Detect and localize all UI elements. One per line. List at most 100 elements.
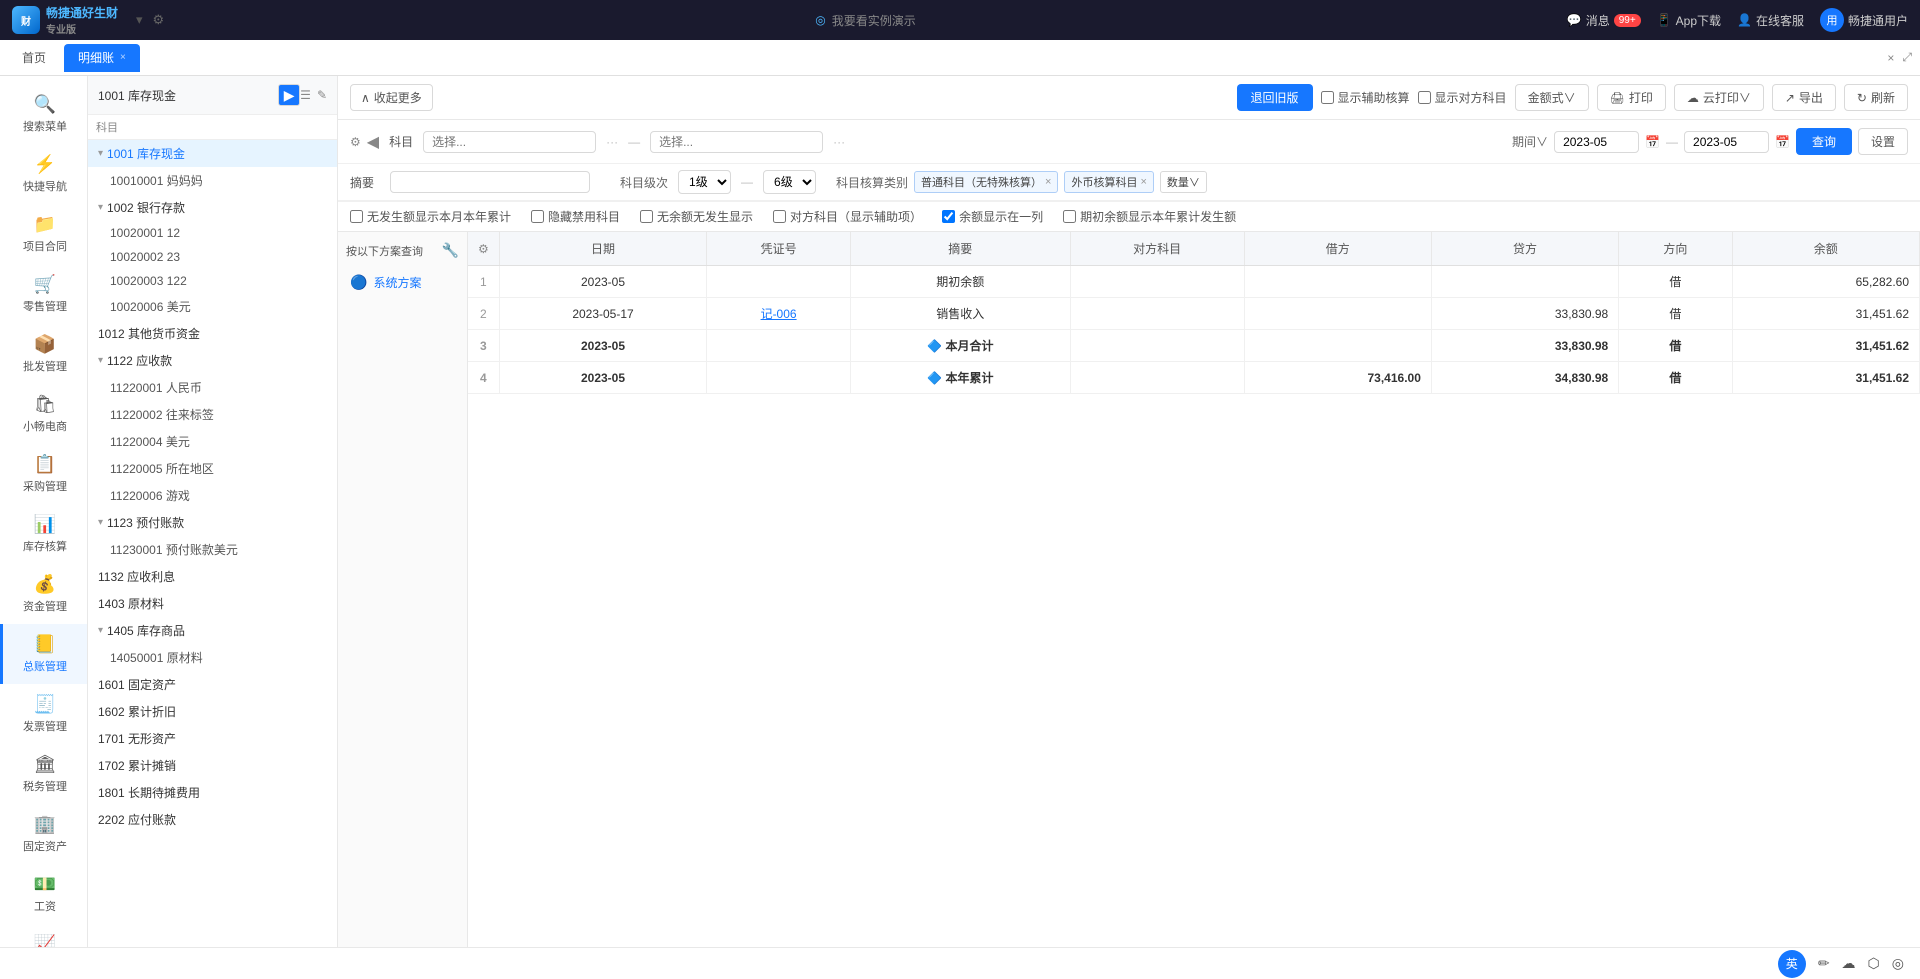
cal-icon-from[interactable]: 📅: [1645, 135, 1660, 149]
tree-item-11220006[interactable]: 11220006 游戏: [88, 482, 337, 509]
table-container[interactable]: ⚙ 日期 凭证号 摘要 对方科目 借方 贷方 方向 余额: [468, 232, 1920, 959]
tree-item-1403[interactable]: 1403 原材料: [88, 590, 337, 617]
tree-container[interactable]: ▾ 1001 库存现金 10010001 妈妈妈 ▾ 1002 银行存款 100…: [88, 140, 337, 963]
tree-item-1602[interactable]: 1602 累计折旧: [88, 698, 337, 725]
tree-item-1132[interactable]: 1132 应收利息: [88, 563, 337, 590]
account-nav-btn[interactable]: ▶: [278, 84, 300, 106]
bottom-cloud-icon[interactable]: ☁: [1842, 955, 1856, 972]
sidebar-item-project[interactable]: 📁 项目合同: [0, 204, 87, 264]
tree-item-1001[interactable]: ▾ 1001 库存现金: [88, 140, 337, 167]
cloud-print-btn[interactable]: ☁ 云打印∨: [1674, 84, 1764, 111]
tree-item-11220004[interactable]: 11220004 美元: [88, 428, 337, 455]
cb-show-aux-input[interactable]: [1321, 91, 1334, 104]
list-icon[interactable]: ☰: [300, 88, 311, 102]
tree-item-10020003[interactable]: 10020003 122: [88, 269, 337, 293]
summary-input[interactable]: [390, 171, 590, 193]
period-from-input[interactable]: [1554, 131, 1639, 153]
row-voucher-2[interactable]: 记-006: [707, 298, 851, 330]
tree-item-2202[interactable]: 2202 应付账款: [88, 806, 337, 833]
cb-opening-cumulative[interactable]: 期初余额显示本年累计发生额: [1063, 208, 1236, 225]
tree-item-10020006[interactable]: 10020006 美元: [88, 293, 337, 320]
tree-item-1012[interactable]: 1012 其他货币资金: [88, 320, 337, 347]
sidebar-item-purchase[interactable]: 📋 采购管理: [0, 444, 87, 504]
tree-item-1405[interactable]: ▾ 1405 库存商品: [88, 617, 337, 644]
expand-btn[interactable]: ∧ 收起更多: [350, 84, 433, 111]
print-btn[interactable]: 🖨 打印: [1597, 84, 1666, 111]
online-service-btn[interactable]: 👤 在线客服: [1737, 12, 1804, 29]
close-window-btn[interactable]: ×: [1887, 51, 1894, 65]
sidebar-item-assets[interactable]: 🏢 固定资产: [0, 804, 87, 864]
cb-no-balance-input[interactable]: [640, 210, 653, 223]
cb-no-amount-input[interactable]: [350, 210, 363, 223]
cb-balance-one-col-input[interactable]: [942, 210, 955, 223]
cb-opening-cumulative-input[interactable]: [1063, 210, 1076, 223]
query-btn[interactable]: 查询: [1796, 128, 1852, 155]
tab-home[interactable]: 首页: [8, 44, 60, 72]
cat-tag-foreign-close[interactable]: ×: [1140, 176, 1146, 188]
level-to-select[interactable]: 6级4级5级: [763, 170, 816, 194]
more-dots-2[interactable]: ···: [833, 135, 845, 149]
dropdown-btn[interactable]: ▾: [136, 12, 143, 28]
refresh-btn[interactable]: ↻ 刷新: [1844, 84, 1908, 111]
tree-item-1122[interactable]: ▾ 1122 应收款: [88, 347, 337, 374]
demo-btn[interactable]: ◎ 我要看实例演示: [815, 12, 916, 29]
maximize-btn[interactable]: ⤢: [1902, 50, 1912, 65]
more-dots[interactable]: ···: [606, 135, 618, 149]
bottom-hex-icon[interactable]: ⬡: [1868, 955, 1880, 972]
query-config-icon[interactable]: ⚙: [350, 135, 361, 149]
cb-show-counterparty-input[interactable]: [1418, 91, 1431, 104]
tree-item-1601[interactable]: 1601 固定资产: [88, 671, 337, 698]
edit-icon[interactable]: ✎: [317, 88, 327, 102]
back-old-btn[interactable]: 退回旧版: [1237, 84, 1313, 111]
user-avatar[interactable]: 用 畅捷通用户: [1820, 8, 1908, 32]
cb-counterpart-input[interactable]: [773, 210, 786, 223]
tree-item-1002[interactable]: ▾ 1002 银行存款: [88, 194, 337, 221]
cb-hide-disabled[interactable]: 隐藏禁用科目: [531, 208, 620, 225]
tab-close-icon[interactable]: ×: [120, 52, 126, 63]
sidebar-item-payroll[interactable]: 💵 工资: [0, 864, 87, 924]
period-to-input[interactable]: [1684, 131, 1769, 153]
qty-tag[interactable]: 数量∨: [1160, 171, 1207, 193]
cal-icon-to[interactable]: 📅: [1775, 135, 1790, 149]
tree-item-10020001[interactable]: 10020001 12: [88, 221, 337, 245]
cb-hide-disabled-input[interactable]: [531, 210, 544, 223]
amount-style-btn[interactable]: 金额式∨: [1515, 84, 1589, 111]
export-btn[interactable]: ↗ 导出: [1772, 84, 1836, 111]
tree-item-1123[interactable]: ▾ 1123 预付账款: [88, 509, 337, 536]
scheme-item[interactable]: 🔵 系统方案: [346, 269, 459, 296]
cb-show-counterparty[interactable]: 显示对方科目: [1418, 89, 1507, 106]
collapse-btn[interactable]: ◀: [367, 132, 379, 152]
sidebar-item-quicknav[interactable]: ⚡ 快捷导航: [0, 144, 87, 204]
cb-balance-one-col[interactable]: 余额显示在一列: [942, 208, 1043, 225]
tree-item-11220005[interactable]: 11220005 所在地区: [88, 455, 337, 482]
bottom-circle-icon[interactable]: ◎: [1892, 955, 1904, 972]
table-gear-icon[interactable]: ⚙: [478, 242, 489, 256]
sidebar-item-retail[interactable]: 🛒 零售管理: [0, 264, 87, 324]
tree-item-1702[interactable]: 1702 累计摊销: [88, 752, 337, 779]
tree-item-10020002[interactable]: 10020002 23: [88, 245, 337, 269]
tree-item-11230001[interactable]: 11230001 预付账款美元: [88, 536, 337, 563]
tree-item-1701[interactable]: 1701 无形资产: [88, 725, 337, 752]
sidebar-item-ledger[interactable]: 📒 总账管理: [0, 624, 87, 684]
cb-show-aux[interactable]: 显示辅助核算: [1321, 89, 1410, 106]
bottom-edit-icon[interactable]: ✏: [1818, 955, 1830, 972]
sidebar-item-capital[interactable]: 💰 资金管理: [0, 564, 87, 624]
sidebar-item-tax[interactable]: 🏛 税务管理: [0, 744, 87, 804]
tree-item-1801[interactable]: 1801 长期待摊费用: [88, 779, 337, 806]
settings-icon[interactable]: ⚙: [153, 12, 165, 28]
tab-ledger[interactable]: 明细账 ×: [64, 44, 140, 72]
tree-item-11220001[interactable]: 11220001 人民币: [88, 374, 337, 401]
lang-btn[interactable]: 英: [1778, 950, 1806, 978]
settings-btn[interactable]: 设置: [1858, 128, 1908, 155]
sidebar-item-inventory[interactable]: 📊 库存核算: [0, 504, 87, 564]
cb-counterpart[interactable]: 对方科目（显示辅助项）: [773, 208, 922, 225]
sidebar-item-search[interactable]: 🔍 搜索菜单: [0, 84, 87, 144]
lqp-collapse-icon[interactable]: 🔧: [442, 242, 459, 259]
tree-item-11220002[interactable]: 11220002 往来标签: [88, 401, 337, 428]
sci-input-to[interactable]: [650, 131, 823, 153]
sci-input[interactable]: [423, 131, 596, 153]
cat-tag-normal-close[interactable]: ×: [1045, 176, 1051, 188]
sidebar-item-ecommerce[interactable]: 🛍 小畅电商: [0, 384, 87, 444]
cb-no-balance[interactable]: 无余额无发生显示: [640, 208, 753, 225]
message-btn[interactable]: 💬 消息 99+: [1567, 12, 1641, 29]
